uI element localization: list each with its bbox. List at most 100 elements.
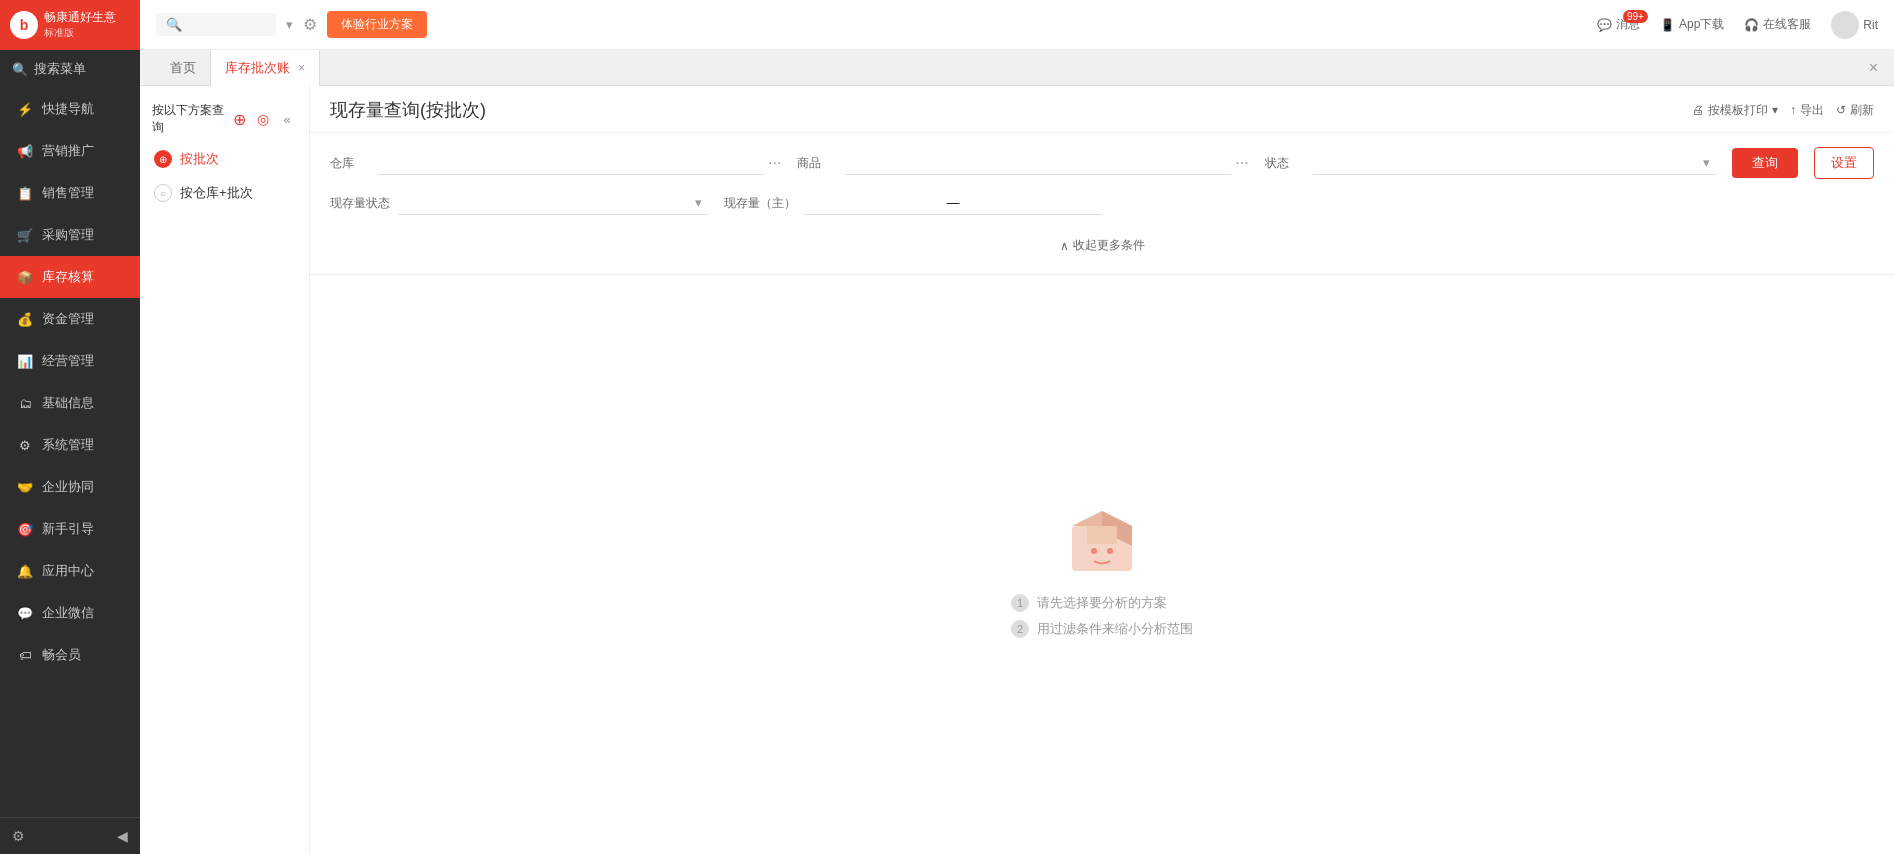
username-label: Rit xyxy=(1863,18,1878,32)
panel-close-icon[interactable]: × xyxy=(1869,59,1878,77)
stock-status-dropdown-icon: ▾ xyxy=(695,195,702,210)
tip-text-1: 请先选择要分析的方案 xyxy=(1037,594,1167,612)
system-icon: ⚙ xyxy=(16,436,34,454)
menu-label: 应用中心 xyxy=(42,562,94,580)
sidebar-item-inventory[interactable]: 📦 库存核算 xyxy=(0,256,140,298)
print-dropdown-icon[interactable]: ▾ xyxy=(1772,103,1778,117)
sidebar-item-marketing[interactable]: 📢 营销推广 xyxy=(0,130,140,172)
print-icon: 🖨 xyxy=(1692,103,1704,117)
empty-tip-2: 2 用过滤条件来缩小分析范围 xyxy=(1011,620,1193,638)
tab-close-icon[interactable]: × xyxy=(298,61,305,75)
wechat-icon: 💬 xyxy=(16,604,34,622)
plan-item-batch[interactable]: ⊕ 按批次 xyxy=(140,142,309,176)
sidebar-item-system[interactable]: ⚙ 系统管理 xyxy=(0,424,140,466)
menu-label: 经营管理 xyxy=(42,352,94,370)
product-dots-btn[interactable]: ··· xyxy=(1235,154,1248,172)
sidebar-menu: ⚡ 快捷导航 📢 营销推广 📋 销售管理 🛒 采购管理 📦 库存核算 💰 资金管… xyxy=(0,88,140,817)
plan-section-label: 按以下方案查询 xyxy=(152,102,229,136)
collapse-more-btn[interactable]: ∧ 收起更多条件 xyxy=(330,231,1874,260)
menu-label: 营销推广 xyxy=(42,142,94,160)
collapse-panel-btn[interactable]: « xyxy=(277,109,297,129)
member-icon: 🏷 xyxy=(16,646,34,664)
menu-label: 快捷导航 xyxy=(42,100,94,118)
plan-warehouse-batch-label: 按仓库+批次 xyxy=(180,184,253,202)
online-service-action[interactable]: 🎧 在线客服 xyxy=(1744,16,1811,33)
app-download-label: App下载 xyxy=(1679,16,1724,33)
app-logo: b xyxy=(10,11,38,39)
app-title: 畅康通好生意 xyxy=(44,10,116,26)
online-service-label: 在线客服 xyxy=(1763,16,1811,33)
svg-point-4 xyxy=(1091,548,1097,554)
message-action[interactable]: 💬 消息 99+ xyxy=(1597,16,1640,33)
sidebar-item-sales[interactable]: 📋 销售管理 xyxy=(0,172,140,214)
warehouse-input[interactable] xyxy=(378,152,764,175)
inventory-icon: 📦 xyxy=(16,268,34,286)
finance-icon: 💰 xyxy=(16,310,34,328)
message-badge: 99+ xyxy=(1623,10,1648,23)
operations-icon: 📊 xyxy=(16,352,34,370)
sidebar-item-purchase[interactable]: 🛒 采购管理 xyxy=(0,214,140,256)
topbar-search-box[interactable]: 🔍 xyxy=(156,13,276,36)
tip-text-2: 用过滤条件来缩小分析范围 xyxy=(1037,620,1193,638)
plan-settings-btn[interactable]: ◎ xyxy=(253,109,273,129)
qty-filter: 现存量（主） — xyxy=(724,191,1102,215)
sidebar-item-collab[interactable]: 🤝 企业协同 xyxy=(0,466,140,508)
menu-label: 系统管理 xyxy=(42,436,94,454)
experience-btn[interactable]: 体验行业方案 xyxy=(327,11,427,38)
tab-home[interactable]: 首页 xyxy=(156,50,211,86)
qty-max-input[interactable] xyxy=(966,196,1097,210)
page-title: 现存量查询(按批次) xyxy=(330,98,486,122)
collapse-sidebar-icon[interactable]: ◀ xyxy=(117,828,128,844)
status-select[interactable] xyxy=(1319,156,1703,170)
menu-label: 企业微信 xyxy=(42,604,94,622)
app-download-action[interactable]: 📱 App下载 xyxy=(1660,16,1724,33)
filter-settings-btn[interactable]: 设置 xyxy=(1814,147,1874,179)
tip-num-1: 1 xyxy=(1011,594,1029,612)
collab-icon: 🤝 xyxy=(16,478,34,496)
sidebar-item-finance[interactable]: 💰 资金管理 xyxy=(0,298,140,340)
sidebar-search[interactable]: 🔍 搜索菜单 xyxy=(0,50,140,88)
status-select-wrap[interactable]: ▾ xyxy=(1313,151,1716,175)
appstore-icon: 🔔 xyxy=(16,562,34,580)
tab-inventory-batch-label: 库存批次账 xyxy=(225,59,290,77)
tab-inventory-batch[interactable]: 库存批次账 × xyxy=(211,50,320,86)
filter-row-1: 仓库 ··· 商品 ··· 状态 xyxy=(330,147,1874,179)
plan-item-warehouse-batch[interactable]: ○ 按仓库+批次 xyxy=(140,176,309,210)
sidebar-item-wechat[interactable]: 💬 企业微信 xyxy=(0,592,140,634)
status-filter: 状态 ▾ xyxy=(1265,151,1716,175)
collapse-label: 收起更多条件 xyxy=(1073,237,1145,254)
warehouse-dots-btn[interactable]: ··· xyxy=(768,154,781,172)
print-btn[interactable]: 🖨 按模板打印 ▾ xyxy=(1692,102,1778,119)
topbar-search-input[interactable] xyxy=(188,18,268,32)
plan-batch-label: 按批次 xyxy=(180,150,219,168)
sales-icon: 📋 xyxy=(16,184,34,202)
sidebar-item-newbie[interactable]: 🎯 新手引导 xyxy=(0,508,140,550)
topbar-dropdown-icon[interactable]: ▾ xyxy=(286,17,293,32)
topbar-settings-icon[interactable]: ⚙ xyxy=(303,15,317,34)
empty-state: 1 请先选择要分析的方案 2 用过滤条件来缩小分析范围 xyxy=(310,275,1894,854)
sidebar-item-member[interactable]: 🏷 畅会员 xyxy=(0,634,140,676)
sidebar: b 畅康通好生意 标准版 🔍 搜索菜单 ⚡ 快捷导航 📢 营销推广 📋 销售管理… xyxy=(0,0,140,854)
settings-footer-icon[interactable]: ⚙ xyxy=(12,828,25,844)
user-profile[interactable]: Rit xyxy=(1831,11,1878,39)
sidebar-item-appstore[interactable]: 🔔 应用中心 xyxy=(0,550,140,592)
menu-label: 畅会员 xyxy=(42,646,81,664)
sidebar-item-basic[interactable]: 🗂 基础信息 xyxy=(0,382,140,424)
qty-separator: — xyxy=(947,195,960,210)
product-input[interactable] xyxy=(845,152,1231,175)
qty-input-wrap: — xyxy=(804,191,1102,215)
refresh-btn[interactable]: ↺ 刷新 xyxy=(1836,102,1874,119)
query-btn[interactable]: 查询 xyxy=(1732,148,1798,178)
add-plan-btn[interactable]: ⊕ xyxy=(229,109,249,129)
plan-warehouse-batch-icon: ○ xyxy=(154,184,172,202)
menu-label: 新手引导 xyxy=(42,520,94,538)
menu-label: 销售管理 xyxy=(42,184,94,202)
sidebar-item-operations[interactable]: 📊 经营管理 xyxy=(0,340,140,382)
stock-status-select[interactable] xyxy=(404,196,695,210)
app-download-icon: 📱 xyxy=(1660,18,1675,32)
export-btn[interactable]: ↑ 导出 xyxy=(1790,102,1824,119)
sidebar-item-shortcut[interactable]: ⚡ 快捷导航 xyxy=(0,88,140,130)
purchase-icon: 🛒 xyxy=(16,226,34,244)
qty-min-input[interactable] xyxy=(810,196,941,210)
stock-status-select-wrap[interactable]: ▾ xyxy=(398,191,708,215)
